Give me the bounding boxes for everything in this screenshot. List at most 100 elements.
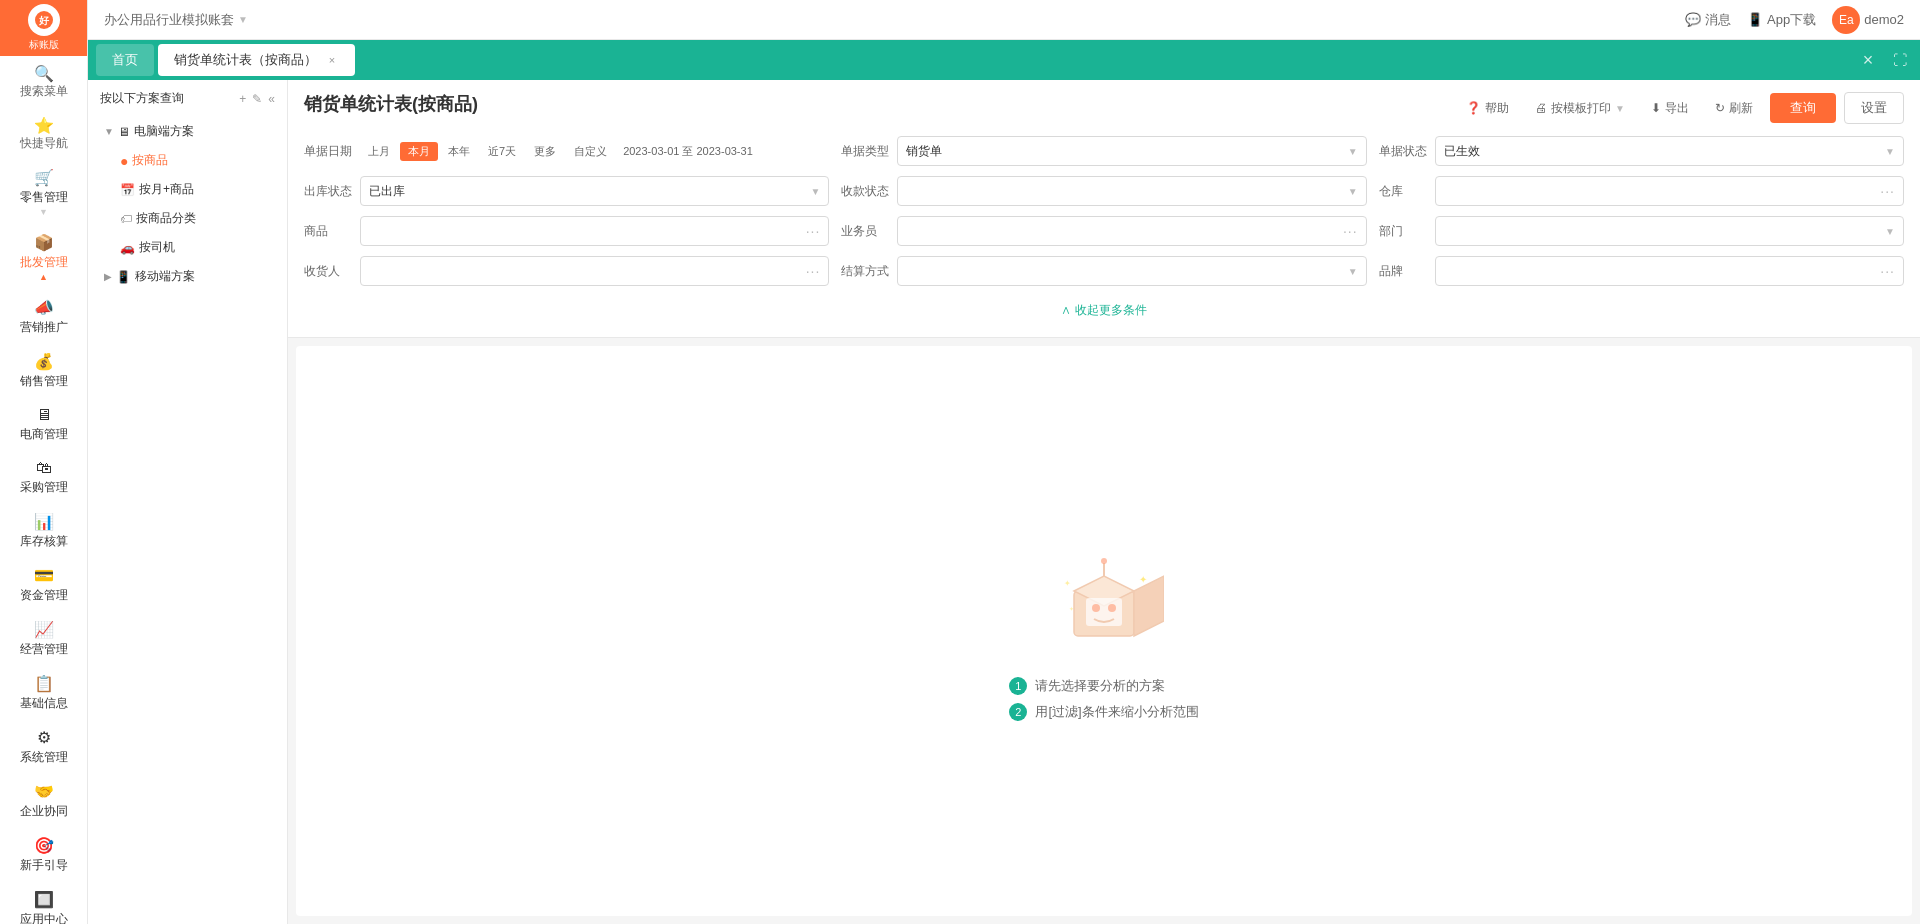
- filter-row-1: 单据日期 上月 本月 本年 近7天 更多 自定义 2023-03-01 至 20…: [304, 136, 1904, 166]
- tab-home[interactable]: 首页: [96, 44, 154, 76]
- operations-icon: 📈: [34, 620, 54, 639]
- date-this-month[interactable]: 本月: [400, 142, 438, 161]
- tree-item-by-driver[interactable]: 🚗 按司机: [104, 233, 287, 262]
- export-btn[interactable]: ⬇ 导出: [1642, 95, 1698, 122]
- marketing-icon: 📣: [34, 298, 54, 317]
- print-icon: 🖨: [1535, 101, 1547, 115]
- sidebar-item-sales[interactable]: 💰 销售管理: [0, 344, 87, 398]
- out-status-control[interactable]: 已出库 ▼: [360, 176, 829, 206]
- tree-item-goods-category[interactable]: 🏷 按商品分类: [104, 204, 287, 233]
- sidebar-item-finance[interactable]: 💳 资金管理: [0, 558, 87, 612]
- date-7days[interactable]: 近7天: [480, 142, 524, 161]
- topbar-right: 💬 消息 📱 App下载 Ea demo2: [1685, 6, 1904, 34]
- brand-control[interactable]: ···: [1435, 256, 1904, 286]
- tab-fullscreen-btn[interactable]: ⛶: [1888, 48, 1912, 72]
- sidebar-item-apps[interactable]: 🔲 应用中心: [0, 882, 87, 924]
- query-button[interactable]: 查询: [1770, 93, 1836, 123]
- date-last-month[interactable]: 上月: [360, 142, 398, 161]
- status-label: 单据状态: [1379, 143, 1427, 160]
- sidebar-item-stock[interactable]: 📊 库存核算: [0, 504, 87, 558]
- tree-mobile-section[interactable]: ▶ 📱 移动端方案: [88, 262, 287, 291]
- out-status-label: 出库状态: [304, 183, 352, 200]
- logo-text: 标账版: [29, 38, 59, 52]
- filter-row-4: 收货人 ··· 结算方式 ▼ 品牌: [304, 256, 1904, 286]
- pay-status-control[interactable]: ▼: [897, 176, 1366, 206]
- help-icon: ❓: [1466, 101, 1481, 115]
- refresh-btn[interactable]: ↻ 刷新: [1706, 95, 1762, 122]
- empty-tips: 1 请先选择要分析的方案 2 用[过滤]条件来缩小分析范围: [1009, 677, 1198, 721]
- sales-icon: 💰: [34, 352, 54, 371]
- sidebar-item-purchase[interactable]: 🛍 采购管理: [0, 451, 87, 504]
- app-download-btn[interactable]: 📱 App下载: [1747, 11, 1816, 29]
- tree-pc-section[interactable]: ▼ 🖥 电脑端方案: [88, 117, 287, 146]
- out-status-dropdown-icon: ▼: [810, 186, 820, 197]
- tree-item-by-goods[interactable]: ● 按商品: [104, 146, 287, 175]
- date-custom[interactable]: 自定义: [566, 142, 615, 161]
- account-selector[interactable]: 办公用品行业模拟账套 ▼: [104, 11, 248, 29]
- user-menu[interactable]: Ea demo2: [1832, 6, 1904, 34]
- salesman-dots-icon: ···: [1343, 223, 1358, 239]
- date-more[interactable]: 更多: [526, 142, 564, 161]
- pc-section-icon: 🖥: [118, 125, 130, 139]
- tab-sales-stats[interactable]: 销货单统计表（按商品） ×: [158, 44, 355, 76]
- topbar: 办公用品行业模拟账套 ▼ 💬 消息 📱 App下载 Ea demo2: [88, 0, 1920, 40]
- tab-close-window-btn[interactable]: ×: [1856, 48, 1880, 72]
- sidebar-item-collab[interactable]: 🤝 企业协同: [0, 774, 87, 828]
- date-label: 单据日期: [304, 143, 352, 160]
- sidebar-item-wholesale[interactable]: 📦 批发管理 ▲: [0, 225, 87, 290]
- month-goods-label: 按月+商品: [139, 181, 194, 198]
- edit-scheme-btn[interactable]: ✎: [252, 92, 262, 106]
- receiver-control[interactable]: ···: [360, 256, 829, 286]
- settlement-control[interactable]: ▼: [897, 256, 1366, 286]
- collapse-panel-btn[interactable]: «: [268, 92, 275, 106]
- filter-status: 单据状态 已生效 ▼: [1379, 136, 1904, 166]
- sidebar-item-operations[interactable]: 📈 经营管理: [0, 612, 87, 666]
- sidebar-item-ecom[interactable]: 🖥 电商管理: [0, 398, 87, 451]
- message-btn[interactable]: 💬 消息: [1685, 11, 1731, 29]
- salesman-label: 业务员: [841, 223, 889, 240]
- stock-icon: 📊: [34, 512, 54, 531]
- sidebar-item-guide[interactable]: 🎯 新手引导: [0, 828, 87, 882]
- goods-control[interactable]: ···: [360, 216, 829, 246]
- date-range-value: 2023-03-01 至 2023-03-31: [623, 144, 753, 159]
- sidebar-item-marketing[interactable]: 📣 营销推广: [0, 290, 87, 344]
- pc-expand-icon: ▼: [104, 126, 114, 137]
- tabbar-actions: × ⛶: [1856, 48, 1912, 72]
- sidebar-search[interactable]: 🔍 搜索菜单: [0, 56, 87, 108]
- print-btn[interactable]: 🖨 按模板打印 ▼: [1526, 95, 1634, 122]
- sidebar-item-basic[interactable]: 📋 基础信息: [0, 666, 87, 720]
- purchase-icon: 🛍: [36, 459, 52, 477]
- date-control: 上月 本月 本年 近7天 更多 自定义 2023-03-01 至 2023-03…: [360, 142, 829, 161]
- add-scheme-btn[interactable]: +: [239, 92, 246, 106]
- sidebar-quick-nav[interactable]: ⭐ 快捷导航: [0, 108, 87, 160]
- type-label: 单据类型: [841, 143, 889, 160]
- driver-icon: 🚗: [120, 241, 135, 255]
- settings-button[interactable]: 设置: [1844, 92, 1904, 124]
- dept-control[interactable]: ▼: [1435, 216, 1904, 246]
- sidebar-item-retail[interactable]: 🛒 零售管理 ▼: [0, 160, 87, 225]
- svg-text:✦: ✦: [1064, 579, 1071, 588]
- warehouse-label: 仓库: [1379, 183, 1427, 200]
- filter-row-3: 商品 ··· 业务员 ··· 部门: [304, 216, 1904, 246]
- collapse-btn[interactable]: ∧ 收起更多条件: [304, 296, 1904, 325]
- svg-text:好: 好: [38, 15, 50, 26]
- type-value: 销货单: [906, 143, 1347, 160]
- home-tab-label: 首页: [112, 51, 138, 69]
- type-control[interactable]: 销货单 ▼: [897, 136, 1366, 166]
- salesman-control[interactable]: ···: [897, 216, 1366, 246]
- tree-item-month-goods[interactable]: 📅 按月+商品: [104, 175, 287, 204]
- basic-icon: 📋: [34, 674, 54, 693]
- guide-icon: 🎯: [34, 836, 54, 855]
- right-panel: 销货单统计表(按商品) ❓ 帮助 🖨 按模板打印 ▼ ⬇: [288, 80, 1920, 924]
- receiver-label: 收货人: [304, 263, 352, 280]
- sidebar-item-system[interactable]: ⚙ 系统管理: [0, 720, 87, 774]
- month-goods-icon: 📅: [120, 183, 135, 197]
- svg-marker-4: [1134, 576, 1164, 636]
- date-this-year[interactable]: 本年: [440, 142, 478, 161]
- status-control[interactable]: 已生效 ▼: [1435, 136, 1904, 166]
- warehouse-control[interactable]: ···: [1435, 176, 1904, 206]
- help-btn[interactable]: ❓ 帮助: [1457, 95, 1518, 122]
- tab-close-btn[interactable]: ×: [325, 53, 339, 67]
- wholesale-expand-icon: ▲: [39, 272, 48, 282]
- empty-tip-2: 2 用[过滤]条件来缩小分析范围: [1009, 703, 1198, 721]
